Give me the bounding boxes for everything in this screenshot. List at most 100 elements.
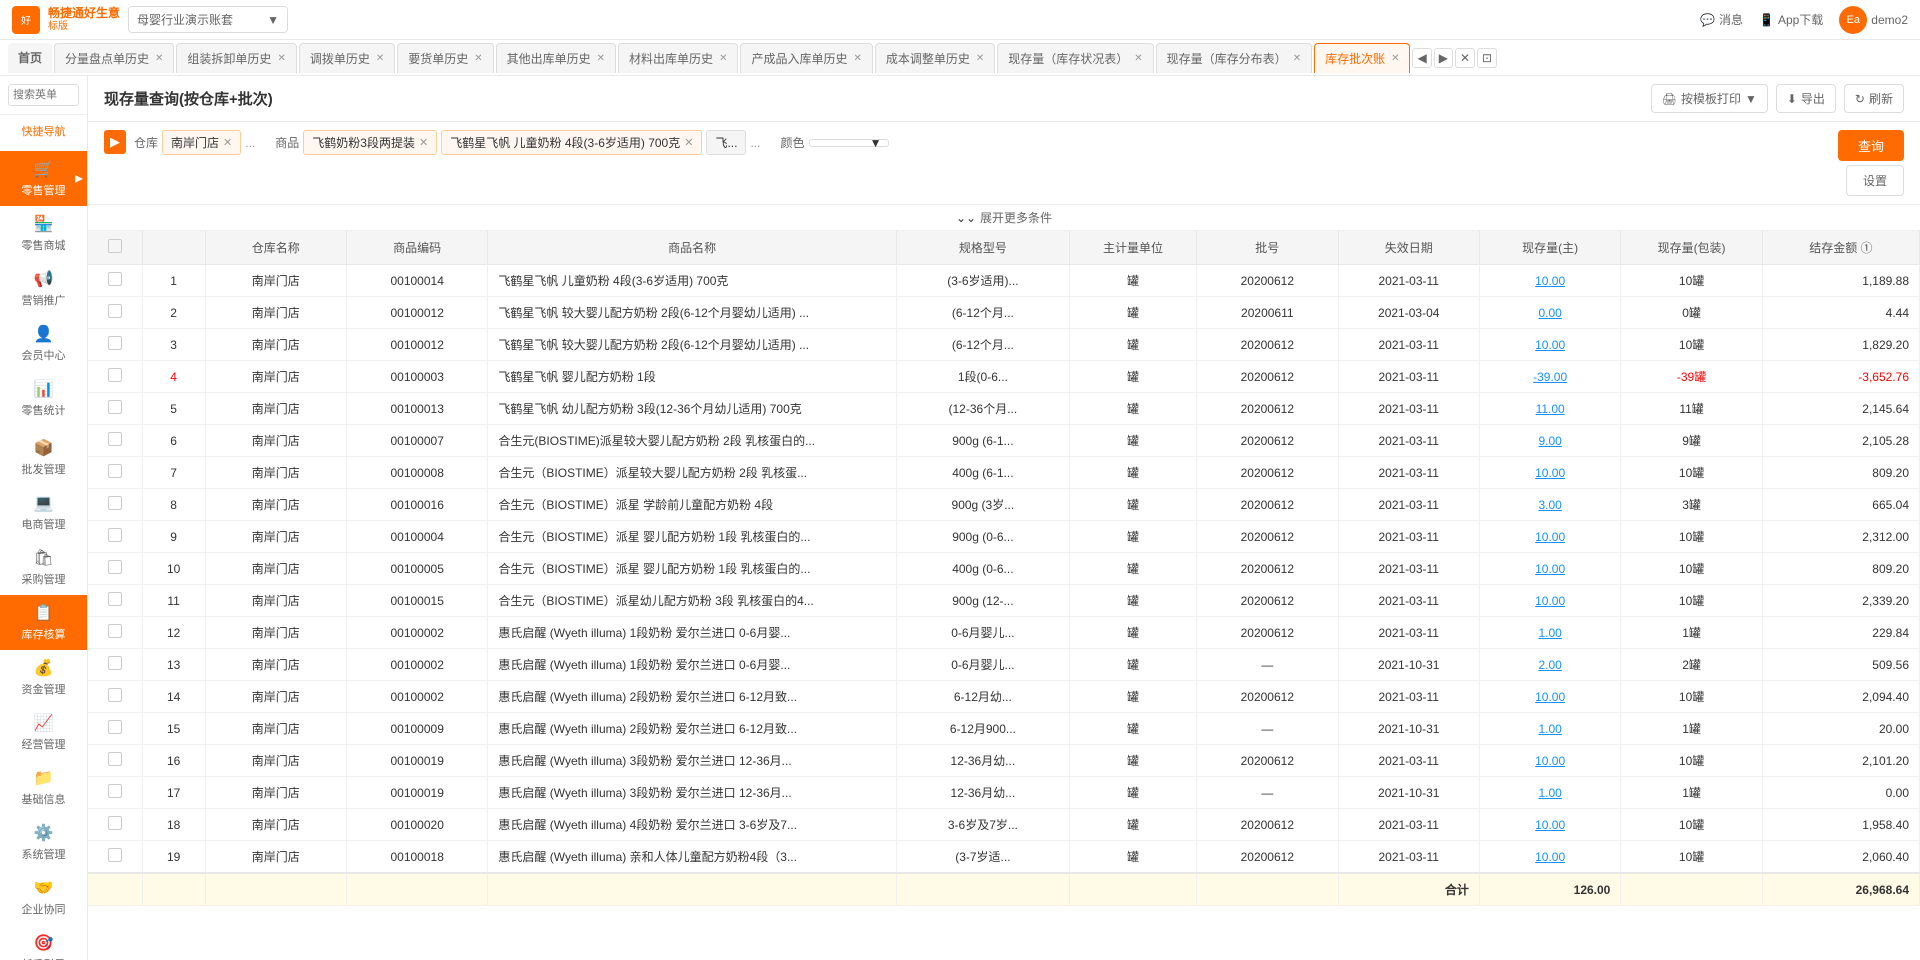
stock-main-link[interactable]: 10.00 bbox=[1535, 850, 1565, 864]
tab-home[interactable]: 首页 bbox=[8, 43, 52, 73]
cell-stock-main[interactable]: 9.00 bbox=[1479, 425, 1620, 457]
row-checkbox[interactable] bbox=[108, 528, 122, 542]
stock-main-link[interactable]: 10.00 bbox=[1535, 690, 1565, 704]
tab-close-kucun-batch[interactable]: ✕ bbox=[1391, 53, 1399, 64]
warehouse-tag[interactable]: 南岸门店 ✕ bbox=[162, 130, 241, 155]
tab-chancheng[interactable]: 产成品入库单历史 ✕ bbox=[740, 43, 872, 73]
expand-more-bar[interactable]: ⌄⌄ 展开更多条件 bbox=[88, 205, 1920, 231]
stock-main-link[interactable]: 10.00 bbox=[1535, 562, 1565, 576]
tab-close-cailiao[interactable]: ✕ bbox=[719, 53, 727, 64]
row-checkbox[interactable] bbox=[108, 560, 122, 574]
cell-stock-main[interactable]: 10.00 bbox=[1479, 809, 1620, 841]
row-checkbox[interactable] bbox=[108, 400, 122, 414]
search-input[interactable] bbox=[8, 84, 79, 106]
stock-main-link[interactable]: 10.00 bbox=[1535, 754, 1565, 768]
stock-main-link[interactable]: 10.00 bbox=[1535, 818, 1565, 832]
sidebar-item-marketing[interactable]: 📢 营销推广 bbox=[0, 261, 87, 316]
row-checkbox[interactable] bbox=[108, 688, 122, 702]
cell-stock-main[interactable]: 1.00 bbox=[1479, 777, 1620, 809]
row-checkbox[interactable] bbox=[108, 784, 122, 798]
row-checkbox[interactable] bbox=[108, 496, 122, 510]
row-checkbox[interactable] bbox=[108, 304, 122, 318]
tab-close-zucheng[interactable]: ✕ bbox=[277, 53, 285, 64]
cell-stock-main[interactable]: 10.00 bbox=[1479, 681, 1620, 713]
select-all-checkbox[interactable] bbox=[108, 239, 122, 253]
sidebar-item-basic-info[interactable]: 📁 基础信息 bbox=[0, 760, 87, 815]
stock-main-link[interactable]: 1.00 bbox=[1538, 786, 1561, 800]
cell-stock-main[interactable]: 10.00 bbox=[1479, 329, 1620, 361]
row-checkbox[interactable] bbox=[108, 464, 122, 478]
filter-expand-arrow[interactable]: ▶ bbox=[104, 130, 126, 154]
row-checkbox[interactable] bbox=[108, 848, 122, 862]
color-dropdown[interactable]: ▼ bbox=[809, 139, 889, 147]
row-checkbox[interactable] bbox=[108, 272, 122, 286]
stock-main-link[interactable]: -39.00 bbox=[1533, 370, 1567, 384]
tab-chengben[interactable]: 成本调整单历史 ✕ bbox=[875, 43, 995, 73]
tab-close-xiancun-dist[interactable]: ✕ bbox=[1293, 53, 1301, 64]
stock-main-link[interactable]: 10.00 bbox=[1535, 466, 1565, 480]
product-tag-1-close[interactable]: ✕ bbox=[419, 136, 428, 149]
sidebar-item-inventory[interactable]: 📋 库存核算 bbox=[0, 595, 87, 650]
message-button[interactable]: 💬 消息 bbox=[1700, 11, 1743, 28]
tab-zucheng[interactable]: 组装拆卸单历史 ✕ bbox=[176, 43, 296, 73]
stock-main-link[interactable]: 3.00 bbox=[1538, 498, 1561, 512]
tab-kucun-batch[interactable]: 库存批次账 ✕ bbox=[1314, 43, 1410, 73]
cell-stock-main[interactable]: 3.00 bbox=[1479, 489, 1620, 521]
cell-stock-main[interactable]: 0.00 bbox=[1479, 297, 1620, 329]
stock-main-link[interactable]: 1.00 bbox=[1538, 722, 1561, 736]
sidebar-item-guide[interactable]: 🎯 新手引导 bbox=[0, 925, 87, 960]
tab-xiancun-status[interactable]: 现存量（库存状况表） ✕ bbox=[997, 43, 1153, 73]
row-checkbox[interactable] bbox=[108, 368, 122, 382]
tab-close-diaoboh[interactable]: ✕ bbox=[376, 53, 384, 64]
set-button[interactable]: 设置 bbox=[1846, 165, 1904, 196]
sidebar-item-retail-shop[interactable]: 🏪 零售商城 bbox=[0, 206, 87, 261]
warehouse-more[interactable]: ... bbox=[245, 136, 255, 150]
stock-main-link[interactable]: 10.00 bbox=[1535, 530, 1565, 544]
product-tag-2[interactable]: 飞鹤星飞帆 儿童奶粉 4段(3-6岁适用) 700克 ✕ bbox=[441, 130, 702, 155]
tab-close-yaohuo[interactable]: ✕ bbox=[474, 53, 482, 64]
sidebar-item-ecommerce[interactable]: 💻 电商管理 bbox=[0, 485, 87, 540]
tab-nav-right[interactable]: ▶ bbox=[1434, 48, 1453, 68]
cell-stock-main[interactable]: 10.00 bbox=[1479, 457, 1620, 489]
sidebar-item-member[interactable]: 👤 会员中心 bbox=[0, 316, 87, 371]
row-checkbox[interactable] bbox=[108, 592, 122, 606]
row-checkbox[interactable] bbox=[108, 816, 122, 830]
app-download-button[interactable]: 📱 App下载 bbox=[1759, 11, 1823, 28]
tab-yaohuo[interactable]: 要货单历史 ✕ bbox=[397, 43, 493, 73]
cell-stock-main[interactable]: 10.00 bbox=[1479, 521, 1620, 553]
cell-stock-main[interactable]: 10.00 bbox=[1479, 553, 1620, 585]
warehouse-tag-close[interactable]: ✕ bbox=[223, 136, 232, 149]
sidebar-item-retail-stats[interactable]: 📊 零售统计 bbox=[0, 371, 87, 426]
tab-close-qitachu[interactable]: ✕ bbox=[597, 53, 605, 64]
print-button[interactable]: 🖨 按模板打印 ▼ bbox=[1651, 84, 1768, 113]
row-checkbox[interactable] bbox=[108, 656, 122, 670]
cell-stock-main[interactable]: 2.00 bbox=[1479, 649, 1620, 681]
product-tag-2-close[interactable]: ✕ bbox=[684, 136, 693, 149]
tab-diaoboh[interactable]: 调拨单历史 ✕ bbox=[299, 43, 395, 73]
row-checkbox[interactable] bbox=[108, 624, 122, 638]
sidebar-item-enterprise-collab[interactable]: 🤝 企业协同 bbox=[0, 870, 87, 925]
cell-stock-main[interactable]: 10.00 bbox=[1479, 745, 1620, 777]
sidebar-quick-nav[interactable]: 快捷导航 bbox=[0, 115, 87, 147]
stock-main-link[interactable]: 11.00 bbox=[1536, 402, 1565, 416]
cell-stock-main[interactable]: 11.00 bbox=[1479, 393, 1620, 425]
product-tag-1[interactable]: 飞鹤奶粉3段两提装 ✕ bbox=[303, 130, 437, 155]
row-checkbox[interactable] bbox=[108, 752, 122, 766]
sidebar-item-wholesale[interactable]: 📦 批发管理 bbox=[0, 430, 87, 485]
cell-stock-main[interactable]: -39.00 bbox=[1479, 361, 1620, 393]
sidebar-item-retail-mgmt[interactable]: 🛒 零售管理 ▶ bbox=[0, 151, 87, 206]
stock-main-link[interactable]: 9.00 bbox=[1538, 434, 1561, 448]
tab-nav-left[interactable]: ◀ bbox=[1412, 48, 1431, 68]
stock-main-link[interactable]: 10.00 bbox=[1535, 338, 1565, 352]
tab-close-chancheng[interactable]: ✕ bbox=[853, 53, 861, 64]
tab-fenpan[interactable]: 分量盘点单历史 ✕ bbox=[54, 43, 174, 73]
sidebar-item-operation[interactable]: 📈 经营管理 bbox=[0, 705, 87, 760]
tab-close-xiancun-status[interactable]: ✕ bbox=[1134, 53, 1142, 64]
user-avatar-area[interactable]: Ea demo2 bbox=[1839, 6, 1908, 34]
tab-xiancun-dist[interactable]: 现存量（库存分布表） ✕ bbox=[1156, 43, 1312, 73]
query-button[interactable]: 查询 bbox=[1838, 130, 1904, 161]
tab-close-fenpan[interactable]: ✕ bbox=[155, 53, 163, 64]
tab-cailiao[interactable]: 材料出库单历史 ✕ bbox=[618, 43, 738, 73]
store-selector[interactable]: 母婴行业演示账套 ▼ bbox=[128, 6, 288, 33]
sidebar-item-finance[interactable]: 💰 资金管理 bbox=[0, 650, 87, 705]
